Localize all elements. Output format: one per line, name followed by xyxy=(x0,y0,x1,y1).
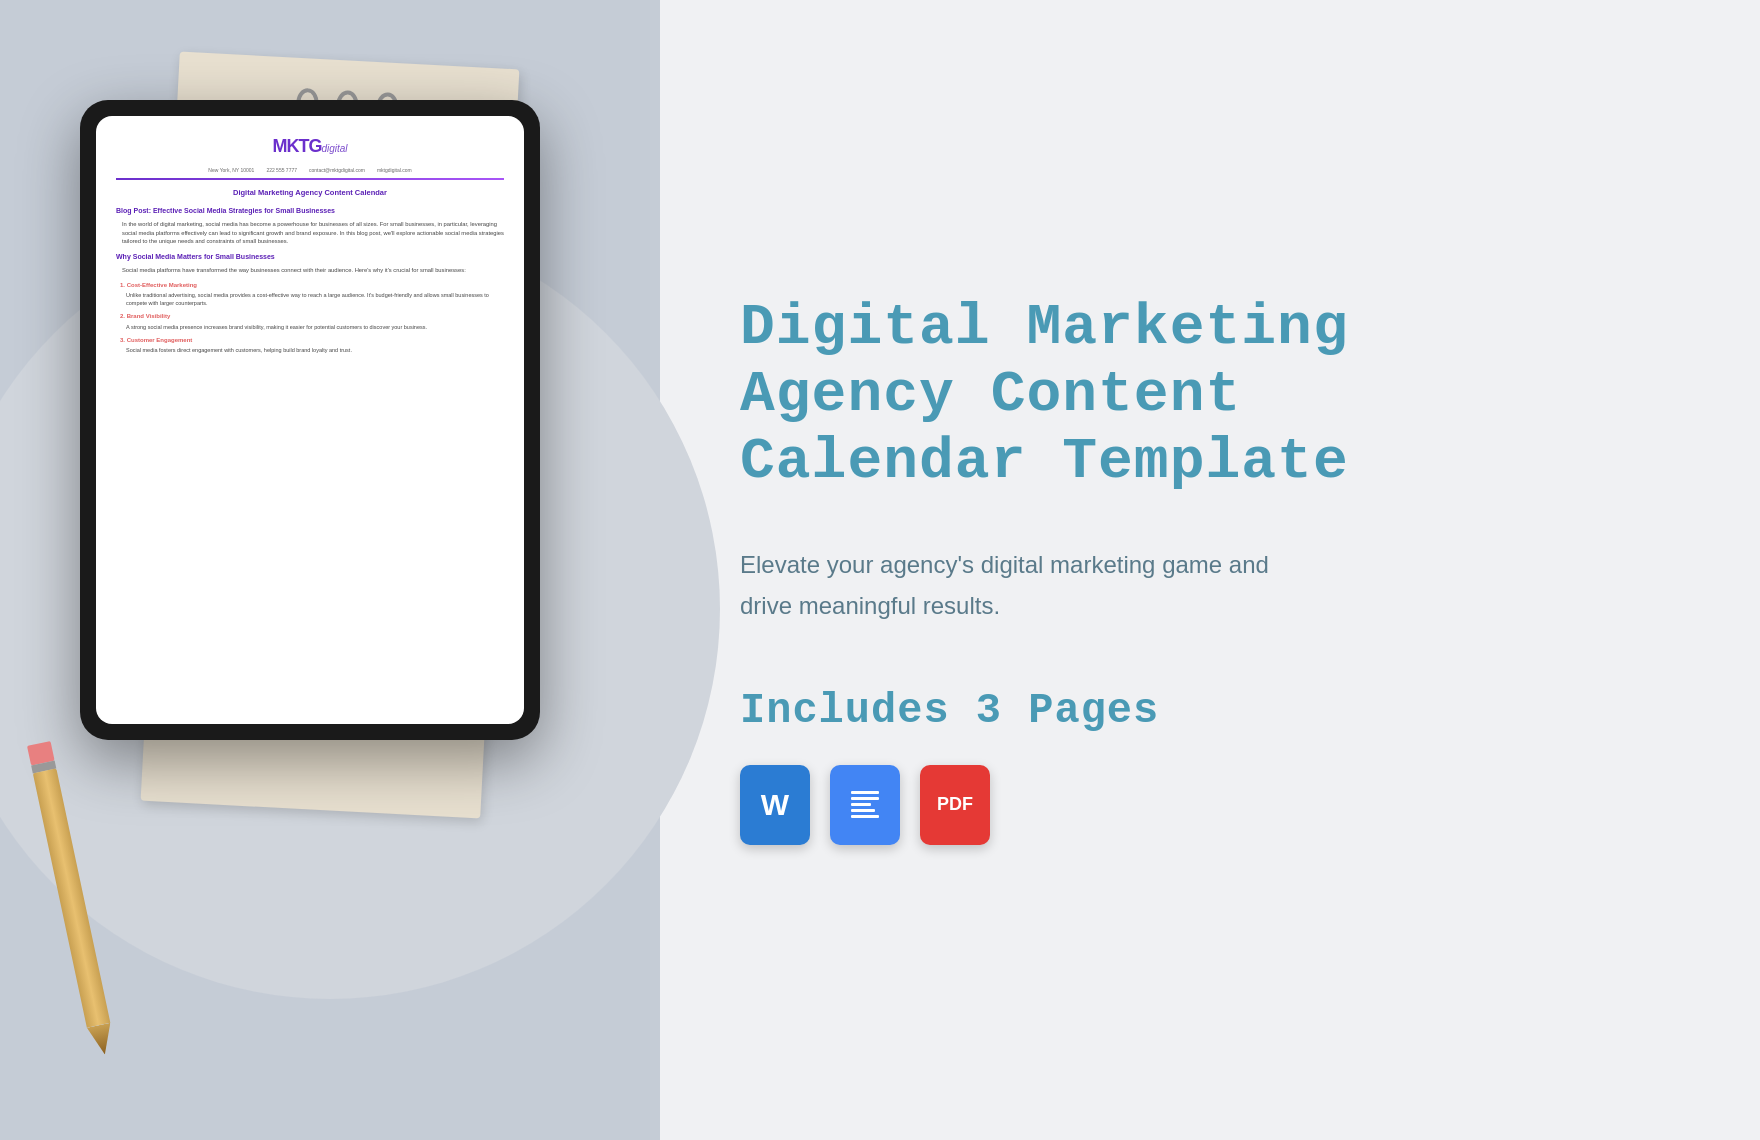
docs-line-4 xyxy=(851,809,875,812)
section1-body: In the world of digital marketing, socia… xyxy=(116,220,504,246)
contact-web: mktgdigital.com xyxy=(377,167,412,174)
docs-line-3 xyxy=(851,803,871,806)
description: Elevate your agency's digital marketing … xyxy=(740,545,1300,627)
doc-divider xyxy=(116,178,504,180)
doc-title: Digital Marketing Agency Content Calenda… xyxy=(116,188,504,199)
contact-phone: 222 555 7777 xyxy=(266,167,297,174)
section2-title: Why Social Media Matters for Small Busin… xyxy=(116,252,504,262)
title-line3: Calendar Template xyxy=(740,429,1680,496)
includes-section: Includes 3 Pages W PDF xyxy=(740,687,1680,845)
title-line1: Digital Marketing xyxy=(740,295,1680,362)
docs-line-2 xyxy=(851,797,879,800)
logo-digital: digital xyxy=(321,143,347,154)
docs-line-5 xyxy=(851,815,879,818)
docs-line-1 xyxy=(851,791,879,794)
main-title: Digital Marketing Agency Content Calenda… xyxy=(740,295,1680,495)
document-content: MKTGdigital New York, NY 10001 222 555 7… xyxy=(96,116,524,378)
item2-body: A strong social media presence increases… xyxy=(116,323,504,331)
item3-title: 3. Customer Engagement xyxy=(116,336,504,344)
docs-lines xyxy=(847,787,883,822)
format-pdf-icon[interactable]: PDF xyxy=(920,765,990,845)
left-panel: MKTGdigital New York, NY 10001 222 555 7… xyxy=(0,0,660,1140)
section2-body: Social media platforms have transformed … xyxy=(116,266,504,275)
item2-title: 2. Brand Visibility xyxy=(116,312,504,320)
format-docs-icon[interactable] xyxy=(830,765,900,845)
section1-title: Blog Post: Effective Social Media Strate… xyxy=(116,206,504,216)
format-word-icon[interactable]: W xyxy=(740,765,810,845)
format-icons: W PDF xyxy=(740,765,1680,845)
item1-body: Unlike traditional advertising, social m… xyxy=(116,291,504,308)
doc-logo: MKTGdigital xyxy=(116,134,504,159)
right-panel: Digital Marketing Agency Content Calenda… xyxy=(660,0,1760,1140)
tablet-screen: MKTGdigital New York, NY 10001 222 555 7… xyxy=(96,116,524,724)
contact-address: New York, NY 10001 xyxy=(208,167,254,174)
item3-body: Social media fosters direct engagement w… xyxy=(116,346,504,354)
logo-mktg: MKTG xyxy=(272,136,321,156)
doc-contact: New York, NY 10001 222 555 7777 contact@… xyxy=(116,167,504,174)
pdf-label: PDF xyxy=(937,794,973,815)
includes-title: Includes 3 Pages xyxy=(740,687,1680,735)
contact-email: contact@mktgdigital.com xyxy=(309,167,365,174)
word-label: W xyxy=(761,788,789,822)
title-line2: Agency Content xyxy=(740,362,1680,429)
pencil-tip xyxy=(87,1023,117,1057)
item1-title: 1. Cost-Effective Marketing xyxy=(116,281,504,289)
tablet: MKTGdigital New York, NY 10001 222 555 7… xyxy=(80,100,540,740)
